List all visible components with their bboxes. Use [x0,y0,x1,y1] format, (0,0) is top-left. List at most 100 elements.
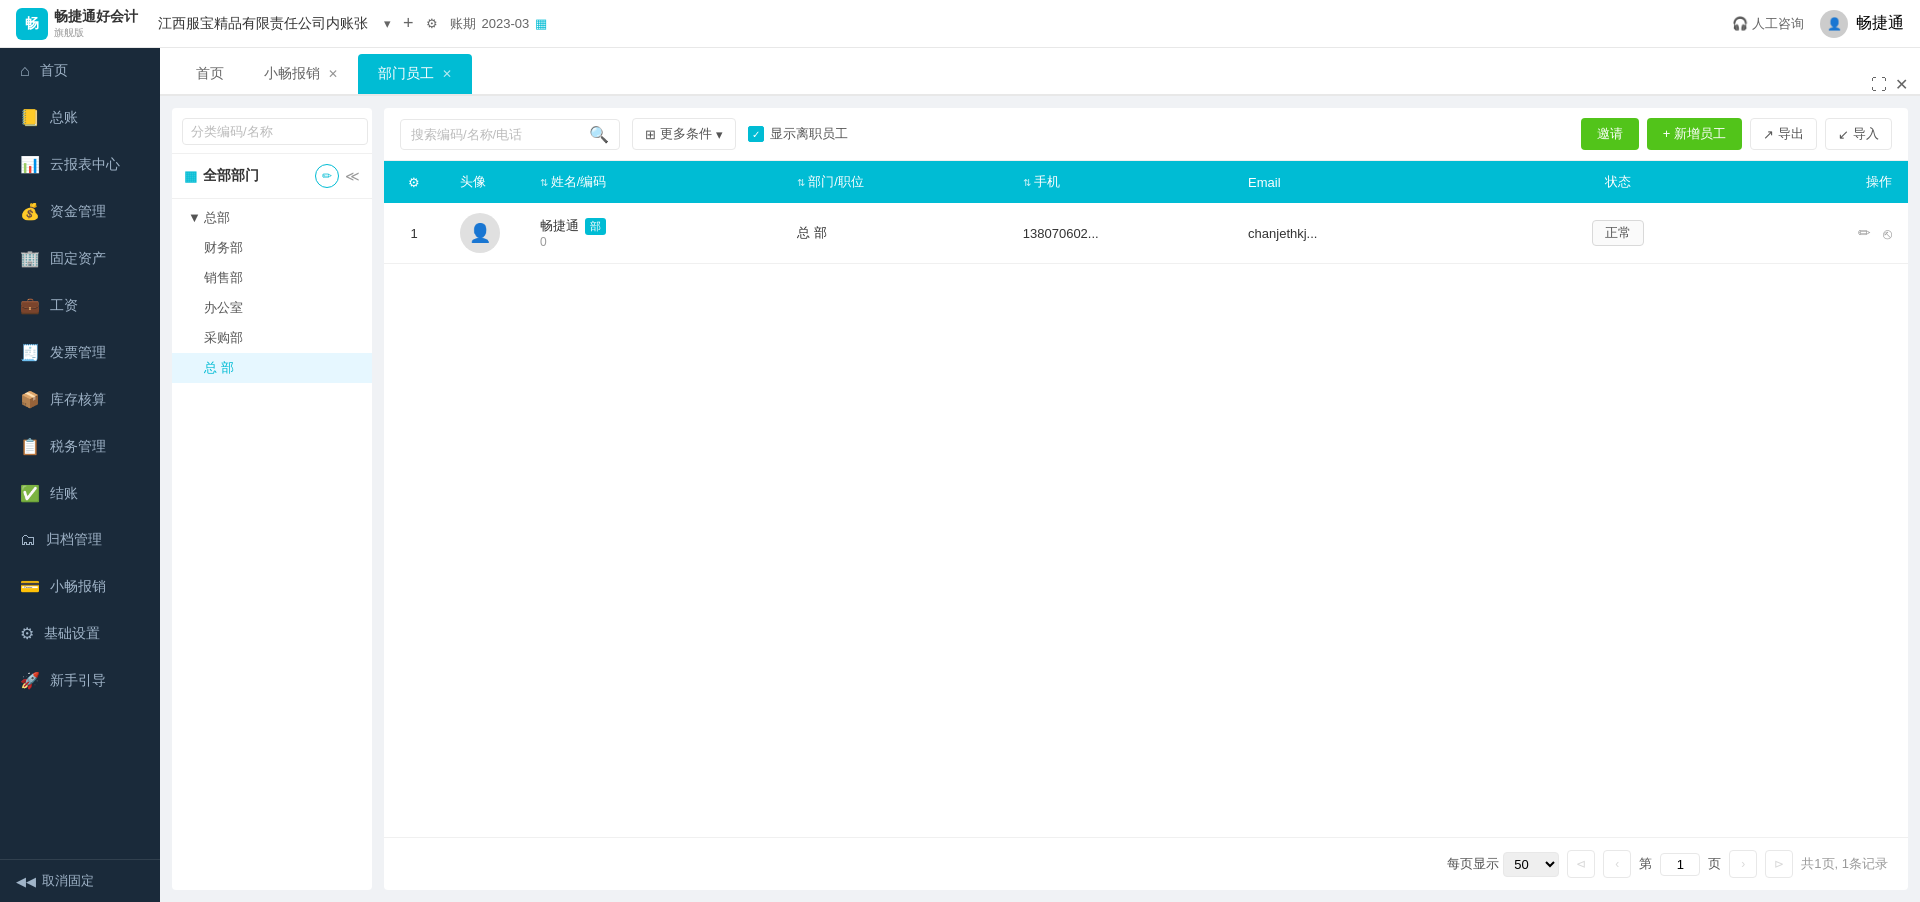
sidebar-item-xiaochang[interactable]: 💳 小畅报销 [0,563,160,610]
tab-xiaochang[interactable]: 小畅报销 ✕ [244,54,358,94]
sidebar-item-label: 归档管理 [46,531,102,549]
tab-dept-emp[interactable]: 部门员工 ✕ [358,54,472,94]
user-area[interactable]: 👤 畅捷通 [1820,10,1904,38]
dept-group-head[interactable]: ▼ 总部 [172,203,372,233]
emp-search-input[interactable] [411,127,583,142]
row-status: 正常 [1522,203,1715,264]
dept-search-area: 🔍 [172,108,372,154]
invite-button[interactable]: 邀请 [1581,118,1639,150]
page-suffix-label: 页 [1708,855,1721,873]
import-button[interactable]: ↙ 导入 [1825,118,1892,150]
sidebar-item-wages[interactable]: 💼 工资 [0,282,160,329]
account-period: 账期 2023-03 ▦ [450,15,548,33]
next-page-button[interactable]: › [1729,850,1757,878]
dept-item-purchase[interactable]: 采购部 [172,323,372,353]
plus-icon: + [403,13,414,34]
more-filter-button[interactable]: ⊞ 更多条件 ▾ [632,118,736,150]
th-avatar: 头像 [444,161,524,203]
prev-page-button[interactable]: ‹ [1603,850,1631,878]
row-name-code: 畅捷通 部 0 [524,203,781,264]
add-employee-button[interactable]: + 新增员工 [1647,118,1742,150]
xiaochang-icon: 💳 [20,577,40,596]
cancel-fixed-button[interactable]: ◀◀ 取消固定 [0,859,160,902]
row-avatar: 👤 [444,203,524,264]
page-input[interactable] [1660,853,1700,876]
th-name[interactable]: ⇅ 姓名/编码 [524,161,781,203]
emp-code: 0 [540,235,765,249]
dropdown-icon: ▾ [384,16,391,31]
sidebar-item-label: 基础设置 [44,625,100,643]
topbar-center: 江西服宝精品有限责任公司内账张 ▾ + ⚙ 账期 2023-03 ▦ [158,13,1732,34]
dept-edit-button[interactable]: ✏ [315,164,339,188]
sidebar-item-label: 新手引导 [50,672,106,690]
logout-employee-button[interactable]: ⎋ [1883,225,1892,242]
support-button[interactable]: 🎧 人工咨询 [1732,15,1804,33]
dept-item-office[interactable]: 办公室 [172,293,372,323]
sidebar-item-tax[interactable]: 📋 税务管理 [0,423,160,470]
th-status: 状态 [1522,161,1715,203]
emp-search-box: 🔍 [400,119,620,150]
export-icon: ↗ [1763,127,1774,142]
sidebar-item-settle[interactable]: ✅ 结账 [0,470,160,517]
sidebar-item-label: 总账 [50,109,78,127]
sidebar-item-inventory[interactable]: 📦 库存核算 [0,376,160,423]
last-page-button[interactable]: ⊳ [1765,850,1793,878]
export-button[interactable]: ↗ 导出 [1750,118,1817,150]
dept-item-sales[interactable]: 销售部 [172,263,372,293]
page-prefix-label: 第 [1639,855,1652,873]
dept-grid-icon: ▦ [184,168,197,184]
company-dropdown-button[interactable]: ▾ [384,16,391,31]
guide-icon: 🚀 [20,671,40,690]
sidebar-item-invoice[interactable]: 🧾 发票管理 [0,329,160,376]
sidebar-item-ledger[interactable]: 📒 总账 [0,94,160,141]
sidebar-item-reports[interactable]: 📊 云报表中心 [0,141,160,188]
th-settings[interactable]: ⚙ [384,161,444,203]
restore-icon: ⛶ [1871,76,1887,93]
logo-subtitle: 旗舰版 [54,26,138,40]
first-page-button[interactable]: ⊲ [1567,850,1595,878]
dept-search-input[interactable] [182,118,368,145]
tax-icon: 📋 [20,437,40,456]
edit-employee-button[interactable]: ✏ [1858,224,1871,242]
sidebar-item-home[interactable]: ⌂ 首页 [0,48,160,94]
sidebar-item-settings[interactable]: ⚙ 基础设置 [0,610,160,657]
per-page-select[interactable]: 50 100 [1503,852,1559,877]
headset-icon: 🎧 [1732,16,1748,31]
sidebar-item-archive[interactable]: 🗂 归档管理 [0,517,160,563]
tab-dept-emp-close[interactable]: ✕ [442,67,452,81]
logo-title: 畅捷通好会计 [54,8,138,26]
dept-item-label: 采购部 [204,330,243,345]
settings-gear-button[interactable]: ⚙ [426,16,438,31]
sidebar-item-label: 工资 [50,297,78,315]
add-tab-button[interactable]: + [403,13,414,34]
dept-collapse-button[interactable]: ≪ [345,168,360,184]
th-dept[interactable]: ⇅ 部门/职位 [781,161,1006,203]
settings-icon: ⚙ [408,175,420,190]
close-window-button[interactable]: ✕ [1895,75,1908,94]
dept-item-label: 总 部 [204,360,234,375]
emp-search-icon[interactable]: 🔍 [589,125,609,144]
pagination: 每页显示 50 100 ⊲ ‹ 第 页 [384,837,1908,890]
employee-table: ⚙ 头像 ⇅ 姓名/编码 ⇅ [384,161,1908,264]
avatar: 👤 [460,213,500,253]
sidebar-item-assets[interactable]: 🏢 固定资产 [0,235,160,282]
dept-item-general[interactable]: 总 部 [172,353,372,383]
user-name: 畅捷通 [1856,13,1904,34]
row-dept: 总 部 [781,203,1006,264]
dept-item-finance[interactable]: 财务部 [172,233,372,263]
show-resigned-checkbox[interactable]: ✓ 显示离职员工 [748,125,848,143]
gear-icon: ⚙ [426,16,438,31]
prev-page-icon: ‹ [1615,857,1619,871]
sidebar-item-funds[interactable]: 💰 资金管理 [0,188,160,235]
user-avatar: 👤 [1820,10,1848,38]
emp-table: ⚙ 头像 ⇅ 姓名/编码 ⇅ [384,161,1908,837]
sort-icon: ⇅ [540,177,551,188]
row-actions: ✏ ⎋ [1715,203,1908,264]
th-phone[interactable]: ⇅ 手机 [1007,161,1232,203]
calendar-button[interactable]: ▦ [535,16,547,31]
restore-window-button[interactable]: ⛶ [1871,76,1887,94]
tab-xiaochang-close[interactable]: ✕ [328,67,338,81]
tab-home[interactable]: 首页 [176,54,244,94]
sidebar-item-guide[interactable]: 🚀 新手引导 [0,657,160,704]
table-header: ⚙ 头像 ⇅ 姓名/编码 ⇅ [384,161,1908,203]
